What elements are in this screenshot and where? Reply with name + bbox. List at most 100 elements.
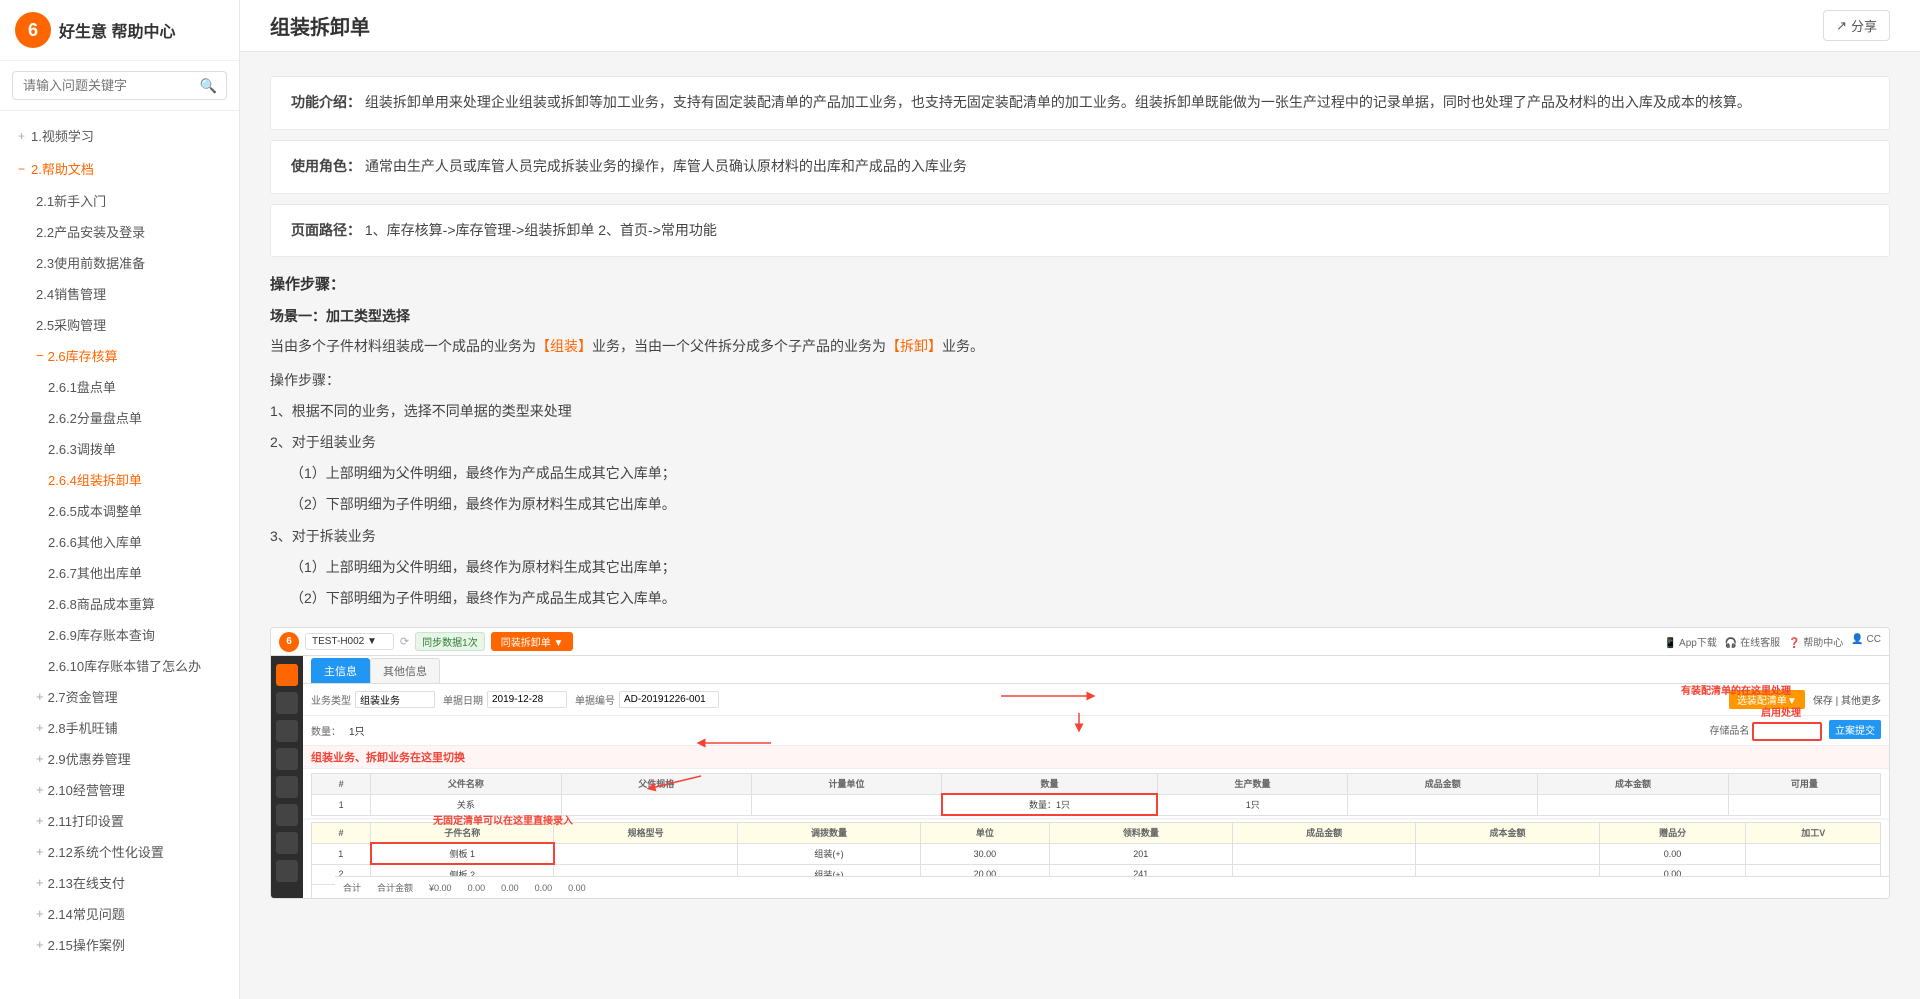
sub-th-pickup: 领料数量 — [1049, 823, 1232, 844]
content-area: 功能介绍： 组装拆卸单用来处理企业组装或拆卸等加工业务，支持有固定装配清单的产品… — [240, 52, 1920, 999]
search-input[interactable] — [12, 71, 227, 100]
disassemble-highlight: 【拆卸】 — [886, 338, 942, 354]
sc-total-val3: 0.00 — [501, 883, 519, 893]
sidebar-item-stock-err[interactable]: 2.6.10库存账本错了怎么办 — [0, 650, 239, 681]
sidebar-item-finance[interactable]: + 2.7资金管理 — [0, 681, 239, 712]
expand-icon: + — [36, 875, 44, 890]
sidebar-item-other-out[interactable]: 2.6.7其他出库单 — [0, 557, 239, 588]
sidebar-item-docs[interactable]: − 2.帮助文档 — [0, 152, 239, 185]
share-button[interactable]: ↗ 分享 — [1823, 10, 1890, 41]
sidebar-item-data[interactable]: 2.3使用前数据准备 — [0, 247, 239, 278]
path-text: 1、库存核算->库存管理->组装拆卸单 2、首页->常用功能 — [365, 222, 717, 238]
sidebar-item-count2[interactable]: 2.6.2分量盘点单 — [0, 402, 239, 433]
sidebar-item-assemble[interactable]: 2.6.4组装拆卸单 — [0, 464, 239, 495]
sc-order-label: 单据编号 — [575, 692, 615, 707]
sub-th-prod-amount: 成品金额 — [1233, 823, 1416, 844]
step3: 3、对于拆装业务 — [270, 524, 1890, 549]
td-spec — [561, 794, 751, 815]
sc-sidebar-icon4 — [276, 776, 298, 798]
sidebar-item-coupon[interactable]: + 2.9优惠券管理 — [0, 743, 239, 774]
nav-label: 2.8手机旺铺 — [48, 718, 118, 737]
sidebar: 6 好生意 帮助中心 🔍 + 1.视频学习 − 2.帮助文档 2.1新手入门 2… — [0, 0, 240, 999]
sc-qty-label: 数量： — [311, 723, 341, 738]
sc-tab-other: 其他信息 — [370, 658, 440, 683]
sc-action-btns: 保存 | 其他更多 — [1813, 692, 1881, 707]
step2: 2、对于组装业务 — [270, 430, 1890, 455]
nav-label: 2.14常见问题 — [48, 904, 125, 923]
sub-td-unit: 30.00 — [921, 843, 1049, 864]
sidebar-item-cost[interactable]: 2.6.5成本调整单 — [0, 495, 239, 526]
search-box[interactable]: 🔍 — [0, 61, 239, 111]
td-qty: 数量：1只 — [942, 794, 1158, 815]
nav-label: 2.6.10库存账本错了怎么办 — [48, 656, 201, 675]
sidebar-item-cost-calc[interactable]: 2.6.8商品成本重算 — [0, 588, 239, 619]
sc-nav-btn: 同装拆卸单 ▼ — [491, 632, 574, 651]
sidebar-item-print[interactable]: + 2.11打印设置 — [0, 805, 239, 836]
sc-total-amount: 合计金额 — [377, 881, 413, 894]
sub-td-process — [1746, 843, 1881, 864]
sub-th-process: 加工V — [1746, 823, 1881, 844]
sc-sidebar-icon1 — [276, 692, 298, 714]
step2-sub1: （1）上部明细为父件明细，最终作为产成品生成其它入库单； — [270, 461, 1890, 486]
sidebar-item-stock-check[interactable]: 2.6.9库存账本查询 — [0, 619, 239, 650]
sidebar-item-install[interactable]: 2.2产品安装及登录 — [0, 216, 239, 247]
sidebar-item-system[interactable]: + 2.12系统个性化设置 — [0, 836, 239, 867]
sidebar-item-cases[interactable]: + 2.15操作案例 — [0, 929, 239, 960]
step3-sub1: （1）上部明细为父件明细，最终作为原材料生成其它出库单； — [270, 555, 1890, 580]
sidebar-item-operation[interactable]: + 2.10经营管理 — [0, 774, 239, 805]
nav-label: 2.6.1盘点单 — [48, 377, 116, 396]
sc-warehouse-area: 启用处理 存储品名 立案提交 — [1709, 720, 1881, 741]
td-cost-amount — [1538, 794, 1728, 815]
sidebar-item-inventory[interactable]: − 2.6库存核算 — [0, 340, 239, 371]
annotation1-text: 有装配清单的在这里处理 — [1681, 682, 1791, 697]
sub-th-spec: 规格型号 — [554, 823, 737, 844]
intro-block: 功能介绍： 组装拆卸单用来处理企业组装或拆卸等加工业务，支持有固定装配清单的产品… — [270, 76, 1890, 130]
expand-icon: + — [36, 720, 44, 735]
sc-main-area: 主信息 其他信息 业务类型 单据日期 — [303, 656, 1889, 898]
sidebar-item-new[interactable]: 2.1新手入门 — [0, 185, 239, 216]
sub-td-prod — [1233, 843, 1416, 864]
sc-qty-value: 1只 — [349, 723, 365, 738]
assemble-highlight: 【组装】 — [536, 338, 592, 354]
path-label: 页面路径： — [291, 222, 361, 238]
sidebar-item-faq[interactable]: + 2.14常见问题 — [0, 898, 239, 929]
collapse-icon: − — [18, 162, 25, 176]
step1: 1、根据不同的业务，选择不同单据的类型来处理 — [270, 399, 1890, 424]
sidebar-item-payment[interactable]: + 2.13在线支付 — [0, 867, 239, 898]
sidebar-item-adjust[interactable]: 2.6.3调拨单 — [0, 433, 239, 464]
sidebar-item-sales[interactable]: 2.4销售管理 — [0, 278, 239, 309]
top-bar: 组装拆卸单 ↗ 分享 — [240, 0, 1920, 52]
sidebar-item-purchase[interactable]: 2.5采购管理 — [0, 309, 239, 340]
sc-annotation-area: 有装配清单的在这里处理 选装配清单▼ 保存 | 其他更多 — [1729, 690, 1881, 709]
sc-company-dropdown: TEST-H002 ▼ — [305, 633, 394, 650]
scene1-title: 场景一：加工类型选择 — [270, 306, 1890, 326]
expand-icon: + — [36, 813, 44, 828]
sub-td-spec — [554, 843, 737, 864]
nav-label: 2.12系统个性化设置 — [48, 842, 164, 861]
sc-sidebar-icon6 — [276, 832, 298, 854]
sc-tabs: 主信息 其他信息 — [303, 656, 1889, 684]
sidebar-item-other-in[interactable]: 2.6.6其他入库单 — [0, 526, 239, 557]
sc-total-label: 合计 — [343, 881, 361, 894]
expand-icon: + — [36, 844, 44, 859]
sidebar-item-mobile[interactable]: + 2.8手机旺铺 — [0, 712, 239, 743]
path-block: 页面路径： 1、库存核算->库存管理->组装拆卸单 2、首页->常用功能 — [270, 204, 1890, 258]
sc-icon-user: 👤 CC — [1851, 634, 1881, 649]
sc-parent-table: # 父件名称 父件规格 计量单位 数量 生产数量 成品金额 成本金额 可用量 — [311, 773, 1881, 816]
role-block: 使用角色： 通常由生产人员或库管人员完成拆装业务的操作，库管人员确认原材料的出库… — [270, 140, 1890, 194]
sc-icons: 📱 App下载 🎧 在线客服 ❓ 帮助中心 👤 CC — [1664, 634, 1881, 649]
sidebar-item-video[interactable]: + 1.视频学习 — [0, 119, 239, 152]
nav-label: 2.4销售管理 — [36, 284, 106, 303]
screenshot: 6 TEST-H002 ▼ ⟳ 同步数据1次 同装拆卸单 ▼ 📱 App下载 🎧… — [271, 628, 1889, 898]
nav-label: 2.6.4组装拆卸单 — [48, 470, 142, 489]
nav-label: 2.6.5成本调整单 — [48, 501, 142, 520]
td-num: 1 — [312, 794, 371, 815]
sc-logo-icon: 6 — [279, 632, 299, 652]
nav-label: 2.6.7其他出库单 — [48, 563, 142, 582]
sc-bottom-row: 合计 合计金额 ¥0.00 0.00 0.00 0.00 0.00 — [335, 876, 1889, 898]
sc-type-input — [355, 691, 435, 708]
td-available — [1728, 794, 1880, 815]
sidebar-item-count[interactable]: 2.6.1盘点单 — [0, 371, 239, 402]
sc-form-area: 业务类型 单据日期 单据编号 有装配清单的在 — [303, 684, 1889, 716]
th-parent-name: 父件名称 — [371, 774, 561, 795]
